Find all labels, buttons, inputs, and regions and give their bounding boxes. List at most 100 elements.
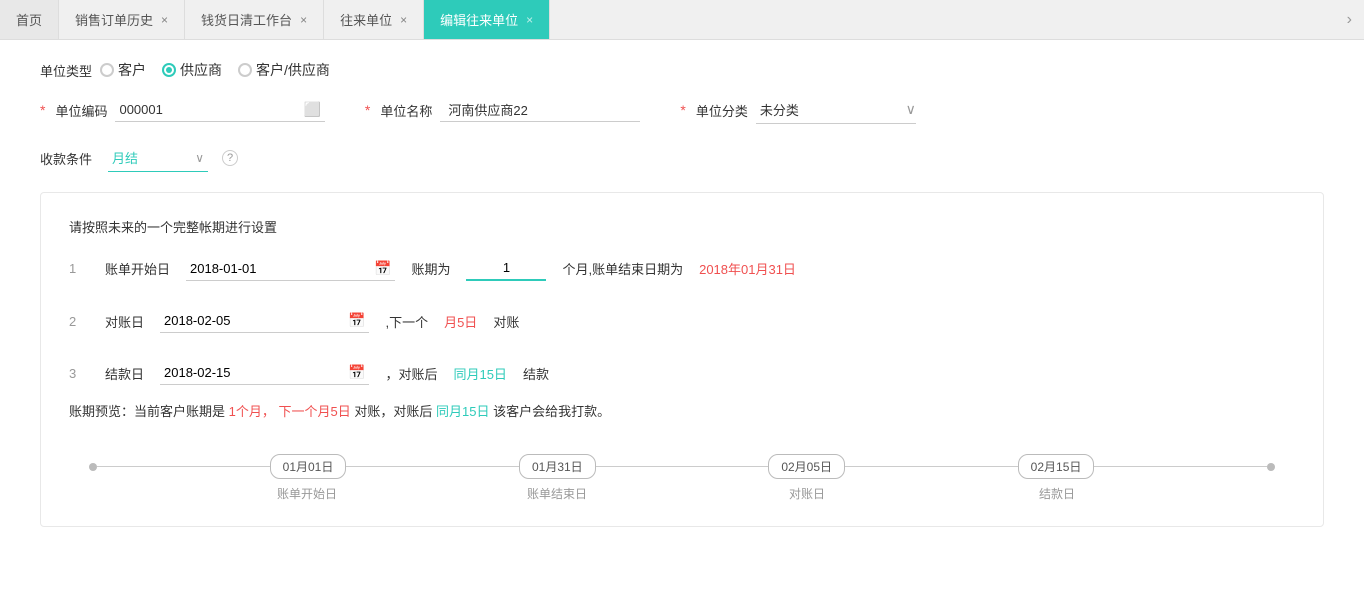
row-number-3: 3 [69, 366, 89, 381]
timeline-label-1: 账单开始日 [267, 485, 347, 502]
radio-both[interactable]: 客户/供应商 [238, 60, 330, 80]
tab-sales-history[interactable]: 销售订单历史 × [59, 0, 185, 39]
unit-code-label: 单位编码 [55, 101, 107, 120]
unit-category-field: * 单位分类 未分类 ∨ [680, 96, 915, 124]
row-3-date-input-wrap: 📅 [160, 361, 369, 385]
timeline-line-4 [845, 466, 1018, 467]
payment-terms-row: 收款条件 月结 ∨ ? [40, 144, 1324, 172]
timeline-section: 01月01日 01月31日 02月05日 02月15日 [69, 444, 1295, 502]
row-number-2: 2 [69, 314, 89, 329]
radio-customer-label: 客户 [118, 60, 146, 80]
row-2-suffix-2: 对账 [493, 312, 519, 331]
preview-payment: 同月15日 [436, 404, 489, 419]
account-preview: 账期预览：当前客户账期是 1个月， 下一个月5日 对账，对账后 同月15日 该客… [69, 401, 1295, 420]
timeline-line-2 [346, 466, 519, 467]
unit-category-select[interactable]: 未分类 ∨ [756, 96, 916, 124]
tab-cash-workbench[interactable]: 钱货日清工作台 × [185, 0, 324, 39]
preview-reconcile-text: 对账，对账后 [354, 404, 432, 419]
help-icon[interactable]: ? [222, 150, 238, 166]
timeline-line-5 [1094, 466, 1267, 467]
close-icon[interactable]: × [300, 13, 307, 27]
tab-sales-history-label: 销售订单历史 [75, 10, 153, 29]
timeline-node-1: 01月01日 [270, 454, 347, 479]
radio-circle-customer [100, 63, 114, 77]
row-3-date-input[interactable] [160, 361, 344, 384]
row-1-suffix: 个月,账单结束日期为 [562, 259, 683, 278]
timeline-badge-1: 01月01日 [270, 454, 347, 479]
unit-name-input[interactable] [440, 98, 640, 122]
unit-name-label: 单位名称 [380, 101, 432, 120]
radio-circle-both [238, 63, 252, 77]
preview-reconcile-prefix: 下一个月5日 [279, 404, 351, 419]
unit-code-input[interactable] [115, 98, 299, 121]
tab-cash-workbench-label: 钱货日清工作台 [201, 10, 292, 29]
row-3-suffix-2: 结款 [523, 364, 549, 383]
row-2-date-input[interactable] [160, 309, 344, 332]
timeline-label-3: 对账日 [767, 485, 847, 502]
chevron-down-icon: ∨ [906, 101, 916, 118]
preview-label: 账期预览：当前客户账期是 [69, 404, 225, 419]
row-3-field-label: 结款日 [105, 364, 144, 383]
unit-type-row: 单位类型 客户 供应商 客户/供应商 [40, 60, 1324, 80]
timeline-right-dot [1267, 463, 1275, 471]
timeline-label-2: 账单结束日 [517, 485, 597, 502]
radio-supplier[interactable]: 供应商 [162, 60, 222, 80]
payment-terms-value: 月结 [108, 144, 191, 171]
timeline-badge-4: 02月15日 [1018, 454, 1095, 479]
tab-edit-partner[interactable]: 编辑往来单位 × [424, 0, 550, 39]
calendar-icon-2[interactable]: 📅 [344, 312, 369, 329]
row-1-date-input[interactable] [186, 257, 370, 280]
main-content: 单位类型 客户 供应商 客户/供应商 * 单位编码 ⬜ [0, 40, 1364, 608]
tab-bar: 首页 销售订单历史 × 钱货日清工作台 × 往来单位 × 编辑往来单位 × › [0, 0, 1364, 40]
row-payment: 3 结款日 📅 ，对账后 同月15日 结款 [69, 361, 1295, 385]
timeline-node-2: 01月31日 [519, 454, 596, 479]
radio-circle-supplier [162, 63, 176, 77]
period-input[interactable] [466, 256, 546, 281]
row-1-suffix-prefix: 账期为 [411, 259, 450, 278]
tab-partner-label: 往来单位 [340, 10, 392, 29]
unit-code-field: * 单位编码 ⬜ [40, 98, 325, 122]
settings-panel: 请按照未来的一个完整帐期进行设置 1 账单开始日 📅 账期为 个月,账单结束日期… [40, 192, 1324, 527]
tab-edit-partner-label: 编辑往来单位 [440, 10, 518, 29]
tab-partner[interactable]: 往来单位 × [324, 0, 424, 39]
timeline-labels-row: 账单开始日 账单结束日 对账日 结款日 [89, 485, 1275, 502]
timeline-line-3 [596, 466, 769, 467]
radio-customer[interactable]: 客户 [100, 60, 146, 80]
unit-category-star: * [680, 102, 685, 118]
row-1-date-input-wrap: 📅 [186, 257, 395, 281]
timeline-label-4: 结款日 [1017, 485, 1097, 502]
preview-period: 1个月， [229, 404, 275, 419]
row-2-date-input-wrap: 📅 [160, 309, 369, 333]
unit-type-label: 单位类型 [40, 61, 92, 80]
timeline-node-4: 02月15日 [1018, 454, 1095, 479]
row-3-suffix-highlight: 同月15日 [453, 364, 506, 383]
calendar-icon-1[interactable]: 📅 [370, 260, 395, 277]
payment-terms-dropdown[interactable]: 月结 ∨ [108, 144, 208, 172]
close-icon[interactable]: × [161, 13, 168, 27]
payment-terms-label: 收款条件 [40, 149, 92, 168]
copy-icon[interactable]: ⬜ [299, 101, 324, 118]
row-1-end-date: 2018年01月31日 [699, 259, 796, 278]
row-2-suffix-1: ,下一个 [385, 312, 428, 331]
tab-home[interactable]: 首页 [0, 0, 59, 39]
tab-more-button[interactable]: › [1335, 11, 1364, 29]
row-2-field-label: 对账日 [105, 312, 144, 331]
unit-category-value: 未分类 [756, 96, 906, 123]
unit-name-star: * [365, 102, 370, 118]
row-number-1: 1 [69, 261, 89, 276]
chevron-down-icon: ∨ [191, 151, 208, 165]
close-icon[interactable]: × [400, 13, 407, 27]
row-2-suffix-highlight: 月5日 [444, 312, 477, 331]
calendar-icon-3[interactable]: 📅 [344, 364, 369, 381]
radio-supplier-label: 供应商 [180, 60, 222, 80]
timeline-node-3: 02月05日 [768, 454, 845, 479]
row-reconcile: 2 对账日 📅 ,下一个月5日 对账 [69, 309, 1295, 333]
unit-category-label: 单位分类 [696, 101, 748, 120]
close-icon[interactable]: × [526, 13, 533, 27]
timeline-left-dot [89, 463, 97, 471]
unit-code-star: * [40, 102, 45, 118]
panel-title: 请按照未来的一个完整帐期进行设置 [69, 217, 1295, 236]
timeline-row: 01月01日 01月31日 02月05日 02月15日 [89, 454, 1275, 479]
unit-fields-row: * 单位编码 ⬜ * 单位名称 * 单位分类 未分类 ∨ [40, 96, 1324, 124]
timeline-badge-2: 01月31日 [519, 454, 596, 479]
